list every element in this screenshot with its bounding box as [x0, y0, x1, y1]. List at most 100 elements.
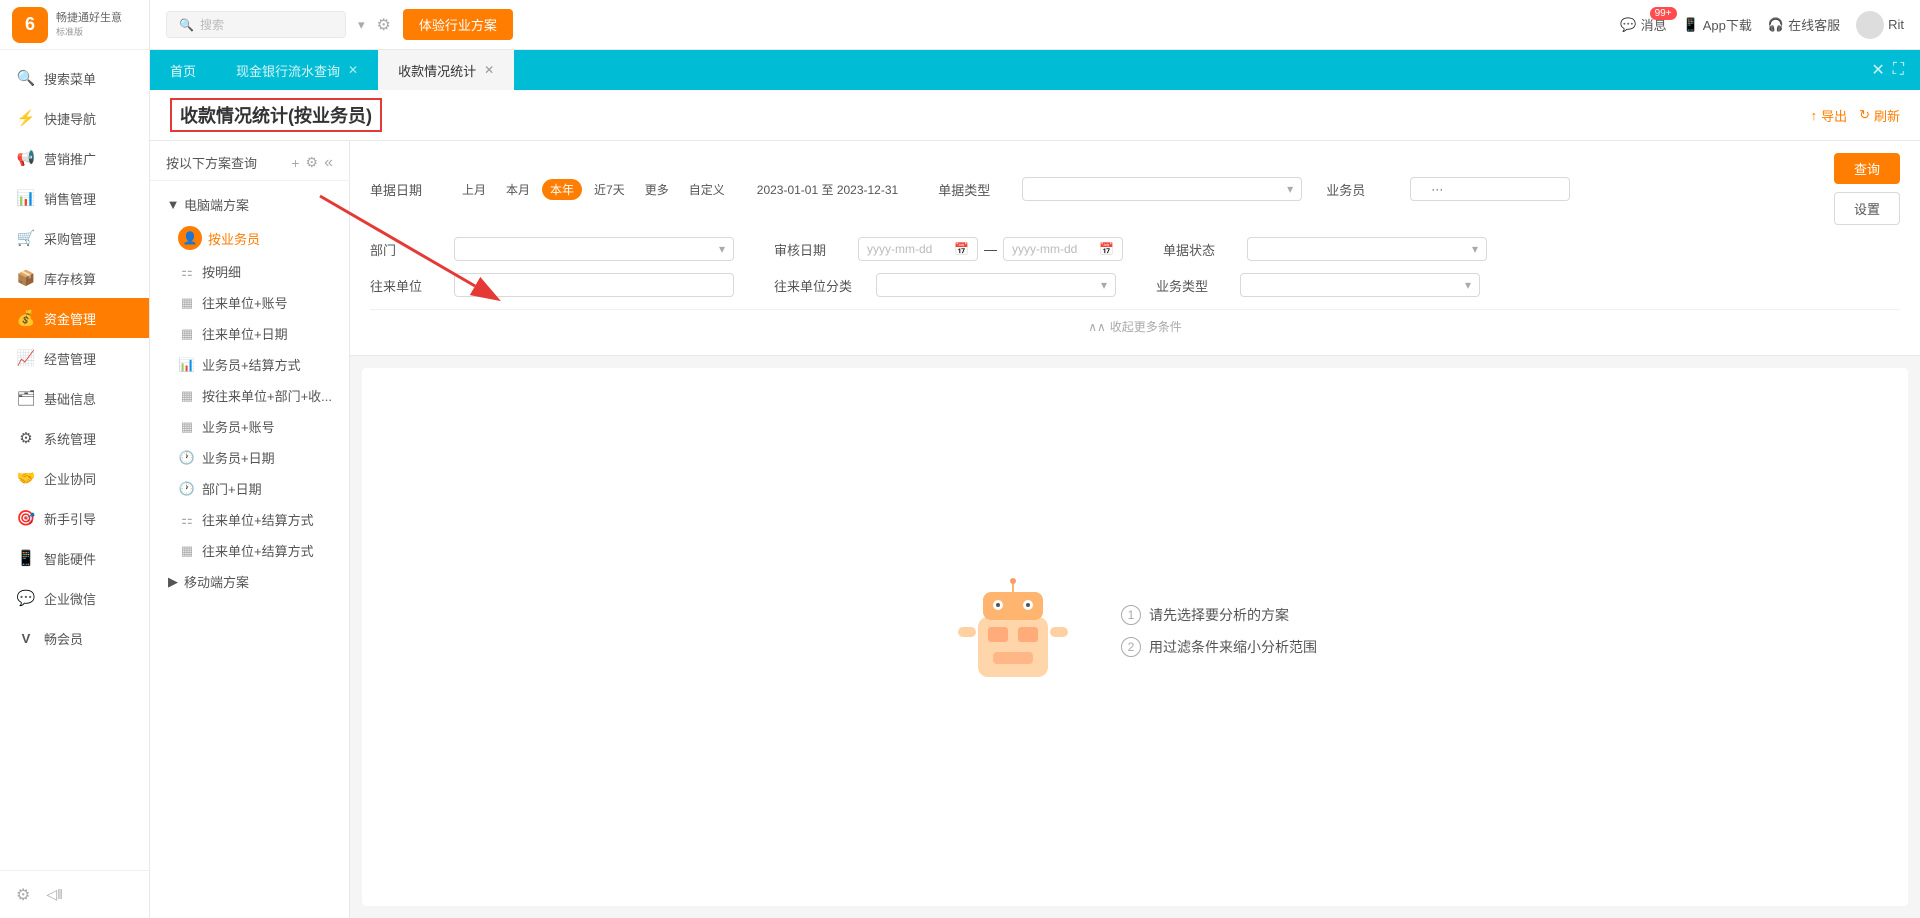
window-controls: ✕ ⛶ — [1871, 60, 1920, 80]
date-selector: 上月 本月 本年 近7天 更多 自定义 — [454, 179, 733, 200]
date-tab-more[interactable]: 更多 — [637, 179, 677, 200]
tree-item-salesperson[interactable]: 👤 按业务员 — [150, 220, 349, 256]
tree-item-detail[interactable]: ⚏ 按明细 — [150, 256, 349, 287]
messages-btn[interactable]: 💬 消息 99+ — [1620, 15, 1666, 34]
sidebar-item-label: 采购管理 — [44, 229, 96, 248]
scheme-add-icon[interactable]: + — [291, 155, 299, 171]
online-service-label: 在线客服 — [1788, 15, 1840, 34]
user-avatar[interactable]: Rit — [1856, 11, 1904, 39]
trial-button[interactable]: 体验行业方案 — [403, 9, 513, 40]
inventory-icon: 📦 — [16, 268, 36, 288]
header-gear-icon[interactable]: ⚙ — [377, 15, 391, 35]
business-type-select[interactable]: ▾ — [1240, 273, 1480, 297]
app-icon: 📱 — [1683, 17, 1699, 33]
dept-select[interactable]: ▾ — [454, 237, 734, 261]
tip-1-text: 请先选择要分析的方案 — [1149, 605, 1289, 625]
footer-collapse-icon[interactable]: ◁‖ — [46, 886, 63, 903]
tab-collection[interactable]: 收款情况统计 ✕ — [378, 50, 514, 90]
sidebar-logo: 6 畅捷通好生意 标准版 — [0, 0, 149, 50]
sidebar-item-purchase[interactable]: 🛒 采购管理 — [0, 218, 149, 258]
right-content: 单据日期 上月 本月 本年 近7天 更多 自定义 2023-01-01 至 20… — [350, 141, 1920, 918]
calendar-from-icon[interactable]: 📅 — [954, 242, 969, 256]
collection-tab-close-icon[interactable]: ✕ — [484, 63, 494, 77]
sidebar-item-guide[interactable]: 🎯 新手引导 — [0, 498, 149, 538]
tree-pc-label: 电脑端方案 — [184, 195, 249, 214]
sidebar-item-system[interactable]: ⚙ 系统管理 — [0, 418, 149, 458]
online-service-btn[interactable]: 🎧 在线客服 — [1768, 15, 1840, 34]
tip-1-num: 1 — [1121, 605, 1141, 625]
corp-icon: 🤝 — [16, 468, 36, 488]
sidebar-item-search[interactable]: 🔍 搜索菜单 — [0, 58, 149, 98]
tree-item-unit-date[interactable]: ▦ 往来单位+日期 — [150, 318, 349, 349]
tree-item-unit-dept-collect[interactable]: ▦ 按往来单位+部门+收... — [150, 380, 349, 411]
tree-item-salesperson-settle[interactable]: 📊 业务员+结算方式 — [150, 349, 349, 380]
logo-text: 畅捷通好生意 — [56, 11, 122, 25]
sidebar-item-quicknav[interactable]: ⚡ 快捷导航 — [0, 98, 149, 138]
salesperson-account-icon: ▦ — [178, 418, 196, 436]
tab-bank[interactable]: 现金银行流水查询 ✕ — [216, 50, 378, 90]
empty-tips: 1 请先选择要分析的方案 2 用过滤条件来缩小分析范围 — [1121, 605, 1317, 669]
date-tab-this-month[interactable]: 本月 — [498, 179, 538, 200]
counterpart-category-select[interactable]: ▾ — [876, 273, 1116, 297]
sidebar-item-basic[interactable]: 🗂 基础信息 — [0, 378, 149, 418]
query-buttons: 查询 设置 — [1834, 153, 1900, 225]
tree-item-label: 往来单位+账号 — [202, 293, 288, 312]
sidebar-nav: 🔍 搜索菜单 ⚡ 快捷导航 📢 营销推广 📊 销售管理 🛒 采购管理 📦 库存核… — [0, 50, 149, 870]
review-date-to-input[interactable]: yyyy-mm-dd 📅 — [1003, 237, 1123, 261]
scheme-actions: + ⚙ « — [291, 154, 333, 172]
refresh-button[interactable]: ↻ 刷新 — [1859, 106, 1900, 125]
sidebar-item-corp[interactable]: 🤝 企业协同 — [0, 458, 149, 498]
sidebar-item-marketing[interactable]: 📢 营销推广 — [0, 138, 149, 178]
tip-2: 2 用过滤条件来缩小分析范围 — [1121, 637, 1317, 657]
sidebar-item-label: 营销推广 — [44, 149, 96, 168]
window-maximize-icon[interactable]: ⛶ — [1893, 61, 1904, 79]
tree-item-label: 按往来单位+部门+收... — [202, 386, 332, 405]
sidebar-item-hardware[interactable]: 📱 智能硬件 — [0, 538, 149, 578]
tree-item-unit-settle1[interactable]: ⚏ 往来单位+结算方式 — [150, 504, 349, 535]
app-download-btn[interactable]: 📱 App下载 — [1683, 15, 1752, 34]
sidebar-item-wechat[interactable]: 💬 企业微信 — [0, 578, 149, 618]
header-chevron-icon[interactable]: ▾ — [358, 17, 365, 33]
date-tab-this-year[interactable]: 本年 — [542, 179, 582, 200]
more-dots-icon[interactable]: ··· — [1431, 182, 1443, 196]
sidebar-item-member[interactable]: V 畅会员 — [0, 618, 149, 658]
tree-node-pc-section[interactable]: ▼ 电脑端方案 — [150, 189, 349, 220]
date-tab-custom[interactable]: 自定义 — [681, 179, 733, 200]
date-tab-7days[interactable]: 近7天 — [586, 179, 633, 200]
guide-icon: 🎯 — [16, 508, 36, 528]
tab-home[interactable]: 首页 — [150, 50, 216, 90]
query-button[interactable]: 查询 — [1834, 153, 1900, 184]
tip-2-num: 2 — [1121, 637, 1141, 657]
main-body: 按以下方案查询 + ⚙ « ▼ 电脑端方案 👤 按业务员 — [150, 141, 1920, 918]
doc-type-select[interactable]: ▾ — [1022, 177, 1302, 201]
tree-item-salesperson-account[interactable]: ▦ 业务员+账号 — [150, 411, 349, 442]
sidebar-item-finance[interactable]: 💰 资金管理 — [0, 298, 149, 338]
bank-tab-close-icon[interactable]: ✕ — [348, 63, 358, 77]
tree-item-unit-account[interactable]: ▦ 往来单位+账号 — [150, 287, 349, 318]
sidebar-item-operation[interactable]: 📈 经营管理 — [0, 338, 149, 378]
header-search[interactable]: 🔍 搜索 — [166, 11, 346, 38]
export-button[interactable]: ↑ 导出 — [1811, 106, 1848, 125]
collapse-label: 收起更多条件 — [1110, 318, 1182, 335]
sidebar-item-inventory[interactable]: 📦 库存核算 — [0, 258, 149, 298]
counterpart-dots-icon[interactable]: ··· — [475, 278, 487, 292]
tree-item-dept-date[interactable]: 🕐 部门+日期 — [150, 473, 349, 504]
calendar-to-icon[interactable]: 📅 — [1099, 242, 1114, 256]
scheme-collapse-icon[interactable]: « — [324, 154, 333, 172]
sidebar-item-sales[interactable]: 📊 销售管理 — [0, 178, 149, 218]
salesperson-select[interactable]: ··· — [1410, 177, 1570, 201]
tree-item-unit-settle2[interactable]: ▦ 往来单位+结算方式 — [150, 535, 349, 566]
user-text: Rit — [1888, 17, 1904, 32]
counterpart-select[interactable]: ··· — [454, 273, 734, 297]
window-close-icon[interactable]: ✕ — [1871, 60, 1884, 80]
footer-settings-icon[interactable]: ⚙ — [16, 885, 30, 905]
scheme-settings-icon[interactable]: ⚙ — [306, 154, 319, 171]
date-tab-last-month[interactable]: 上月 — [454, 179, 494, 200]
settings-button[interactable]: 设置 — [1834, 192, 1900, 225]
review-date-from-input[interactable]: yyyy-mm-dd 📅 — [858, 237, 978, 261]
tree-node-mobile-section[interactable]: ▶ 移动端方案 — [150, 566, 349, 597]
collapse-bar[interactable]: ∧∧ 收起更多条件 — [370, 309, 1900, 343]
doc-status-select[interactable]: ▾ — [1247, 237, 1487, 261]
tree-item-salesperson-date[interactable]: 🕐 业务员+日期 — [150, 442, 349, 473]
wechat-icon: 💬 — [16, 588, 36, 608]
